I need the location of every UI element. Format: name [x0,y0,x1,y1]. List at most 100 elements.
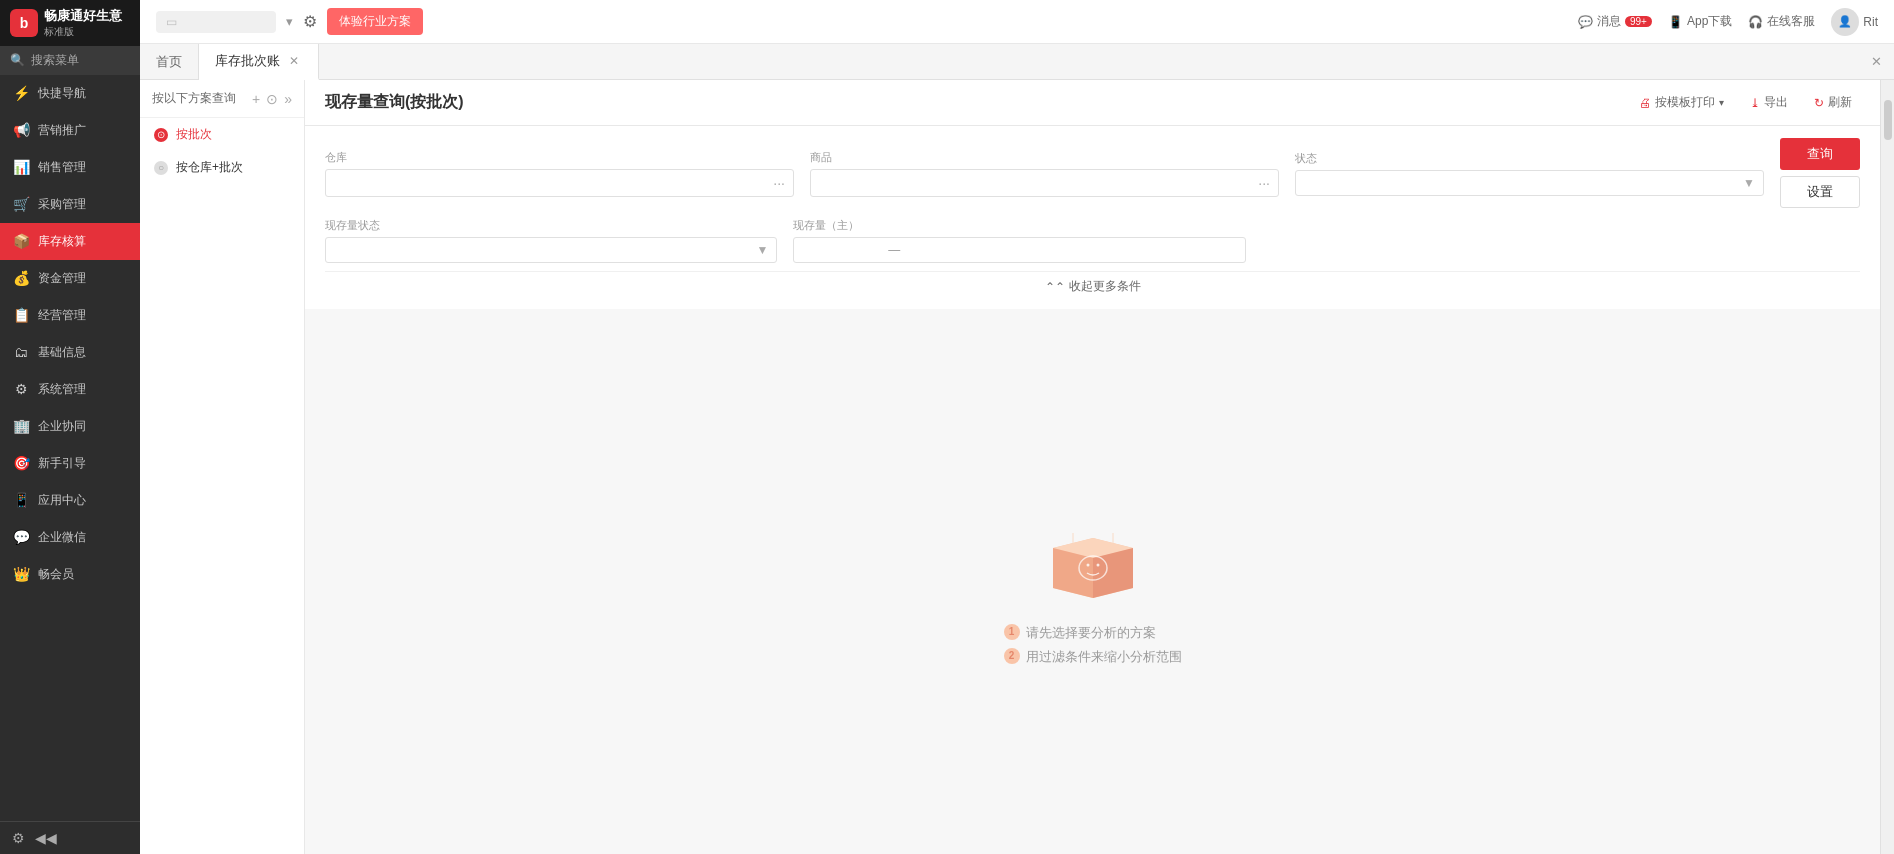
left-panel: 按以下方案查询 + ⊙ » ⊙ 按批次 ○ 按仓库+批次 [140,80,305,854]
settings-button[interactable]: 设置 [1780,176,1860,208]
empty-state: 1 请先选择要分析的方案 2 用过滤条件来缩小分析范围 [305,309,1880,854]
refresh-btn[interactable]: ↻ 刷新 [1806,90,1860,115]
sidebar-item-label: 企业协同 [38,418,86,435]
hint-num-2: 2 [1004,648,1020,664]
status-arrow-icon: ▼ [1743,176,1755,190]
filter-row-1: 仓库 ··· 商品 ··· 状态 [325,138,1860,208]
appstore-icon: 📱 [12,492,30,508]
sidebar-item-inventory[interactable]: 📦 库存核算 [0,223,140,260]
topbar-dropdown-icon[interactable]: ▾ [286,14,293,29]
page-actions: 🖨 按模板打印 ▾ ⤓ 导出 ↻ 刷新 [1631,90,1860,115]
sidebar-item-label: 新手引导 [38,455,86,472]
scheme-by-warehouse-batch[interactable]: ○ 按仓库+批次 [140,151,304,184]
sidebar-item-operations[interactable]: 📋 经营管理 [0,297,140,334]
app-download-group[interactable]: 📱 App下载 [1668,13,1732,30]
left-panel-title: 按以下方案查询 [152,90,236,107]
warehouse-label: 仓库 [325,150,794,165]
status-input[interactable]: ▼ [1295,170,1764,196]
sidebar-item-label: 应用中心 [38,492,86,509]
export-btn[interactable]: ⤓ 导出 [1742,90,1796,115]
inventory-qty-from[interactable] [802,243,882,257]
add-scheme-icon[interactable]: + [252,91,260,107]
sidebar-logo: b [10,9,38,37]
print-dropdown-icon[interactable]: ▾ [1719,97,1724,108]
inventory-icon: 📦 [12,233,30,249]
inventory-status-input[interactable]: ▼ [325,237,777,263]
sidebar-item-marketing[interactable]: 📢 营销推广 [0,112,140,149]
empty-hint-2-text: 用过滤条件来缩小分析范围 [1026,648,1182,666]
topbar-left: ▭ ▾ ⚙ 体验行业方案 [156,8,423,35]
topbar-search-icon: ▭ [166,15,177,29]
empty-hints: 1 请先选择要分析的方案 2 用过滤条件来缩小分析范围 [1004,624,1182,666]
scheme-settings-icon[interactable]: ⊙ [266,91,278,107]
topbar-gear-icon[interactable]: ⚙ [303,12,317,31]
right-scrollbar[interactable] [1880,80,1894,854]
sidebar-item-newbie[interactable]: 🎯 新手引导 [0,445,140,482]
online-service-group[interactable]: 🎧 在线客服 [1748,13,1815,30]
sidebar-title: 畅康通好生意 标准版 [44,8,122,38]
inventory-qty-input[interactable]: — [793,237,1245,263]
tab-home-label: 首页 [156,53,182,71]
status-filter: 状态 ▼ [1295,151,1764,196]
goods-input[interactable]: ··· [810,169,1279,197]
print-template-btn[interactable]: 🖨 按模板打印 ▾ [1631,90,1732,115]
sidebar-item-member[interactable]: 👑 畅会员 [0,556,140,593]
scheme-by-batch[interactable]: ⊙ 按批次 [140,118,304,151]
sidebar-item-label: 营销推广 [38,122,86,139]
left-panel-icons: + ⊙ » [252,91,292,107]
sidebar-item-quick-nav[interactable]: ⚡ 快捷导航 [0,75,140,112]
sidebar-item-system[interactable]: ⚙ 系统管理 [0,371,140,408]
warehouse-filter: 仓库 ··· [325,150,794,197]
warehouse-input[interactable]: ··· [325,169,794,197]
panel-collapse-icon[interactable]: » [284,91,292,107]
tab-close-icon[interactable]: ✕ [286,53,302,69]
sidebar-nav: ⚡ 快捷导航 📢 营销推广 📊 销售管理 🛒 采购管理 📦 库存核算 💰 资金管… [0,75,140,821]
sidebar-item-sales[interactable]: 📊 销售管理 [0,149,140,186]
sidebar-item-finance[interactable]: 💰 资金管理 [0,260,140,297]
warehouse-dots[interactable]: ··· [773,175,785,191]
topbar-search-box[interactable]: ▭ [156,11,276,33]
sidebar-item-purchase[interactable]: 🛒 采购管理 [0,186,140,223]
print-icon: 🖨 [1639,96,1651,110]
sidebar-item-label: 企业微信 [38,529,86,546]
tab-bar-close-btn[interactable]: ✕ [1859,44,1894,79]
messages-group[interactable]: 💬 消息 99+ [1578,13,1652,30]
experience-btn[interactable]: 体验行业方案 [327,8,423,35]
sidebar-item-basic[interactable]: 🗂 基础信息 [0,334,140,371]
goods-dots[interactable]: ··· [1258,175,1270,191]
inventory-qty-dash: — [888,243,900,257]
sidebar-item-enterprise[interactable]: 🏢 企业协同 [0,408,140,445]
refresh-icon: ↻ [1814,96,1824,110]
scrollbar-thumb[interactable] [1884,100,1892,140]
empty-hint-2: 2 用过滤条件来缩小分析范围 [1004,648,1182,666]
sidebar-search[interactable]: 🔍 搜索菜单 [0,46,140,75]
scheme-label: 按仓库+批次 [176,159,243,176]
message-icon: 💬 [1578,15,1593,29]
app-download-label: App下载 [1687,13,1732,30]
sidebar-item-label: 基础信息 [38,344,86,361]
filter-row-2: 现存量状态 ▼ 现存量（主） — [325,218,1860,263]
query-button[interactable]: 查询 [1780,138,1860,170]
user-group[interactable]: 👤 Rit [1831,8,1878,36]
tab-inventory-batch[interactable]: 库存批次账 ✕ [199,44,319,80]
sidebar-item-appstore[interactable]: 📱 应用中心 [0,482,140,519]
online-service-label: 在线客服 [1767,13,1815,30]
sidebar-settings-icon[interactable]: ⚙ [12,830,25,846]
sidebar-item-wechat[interactable]: 💬 企业微信 [0,519,140,556]
inventory-status-label: 现存量状态 [325,218,777,233]
collapse-chevron-up-icon: ⌃⌃ [1045,280,1065,294]
page-header: 现存量查询(按批次) 🖨 按模板打印 ▾ ⤓ 导出 ↻ 刷新 [305,80,1880,126]
sidebar-item-label: 资金管理 [38,270,86,287]
avatar: 👤 [1831,8,1859,36]
sidebar-header: b 畅康通好生意 标准版 [0,0,140,46]
page-title: 现存量查询(按批次) [325,92,464,113]
left-panel-header: 按以下方案查询 + ⊙ » [140,80,304,118]
collapse-more-btn[interactable]: ⌃⌃ 收起更多条件 [325,271,1860,301]
inventory-qty-to[interactable] [906,243,986,257]
tab-home[interactable]: 首页 [140,44,199,79]
close-icon: ✕ [1871,54,1882,69]
filter-area: 仓库 ··· 商品 ··· 状态 [305,126,1880,309]
print-template-label: 按模板打印 [1655,94,1715,111]
sidebar-collapse-icon[interactable]: ◀◀ [35,830,57,846]
newbie-icon: 🎯 [12,455,30,471]
